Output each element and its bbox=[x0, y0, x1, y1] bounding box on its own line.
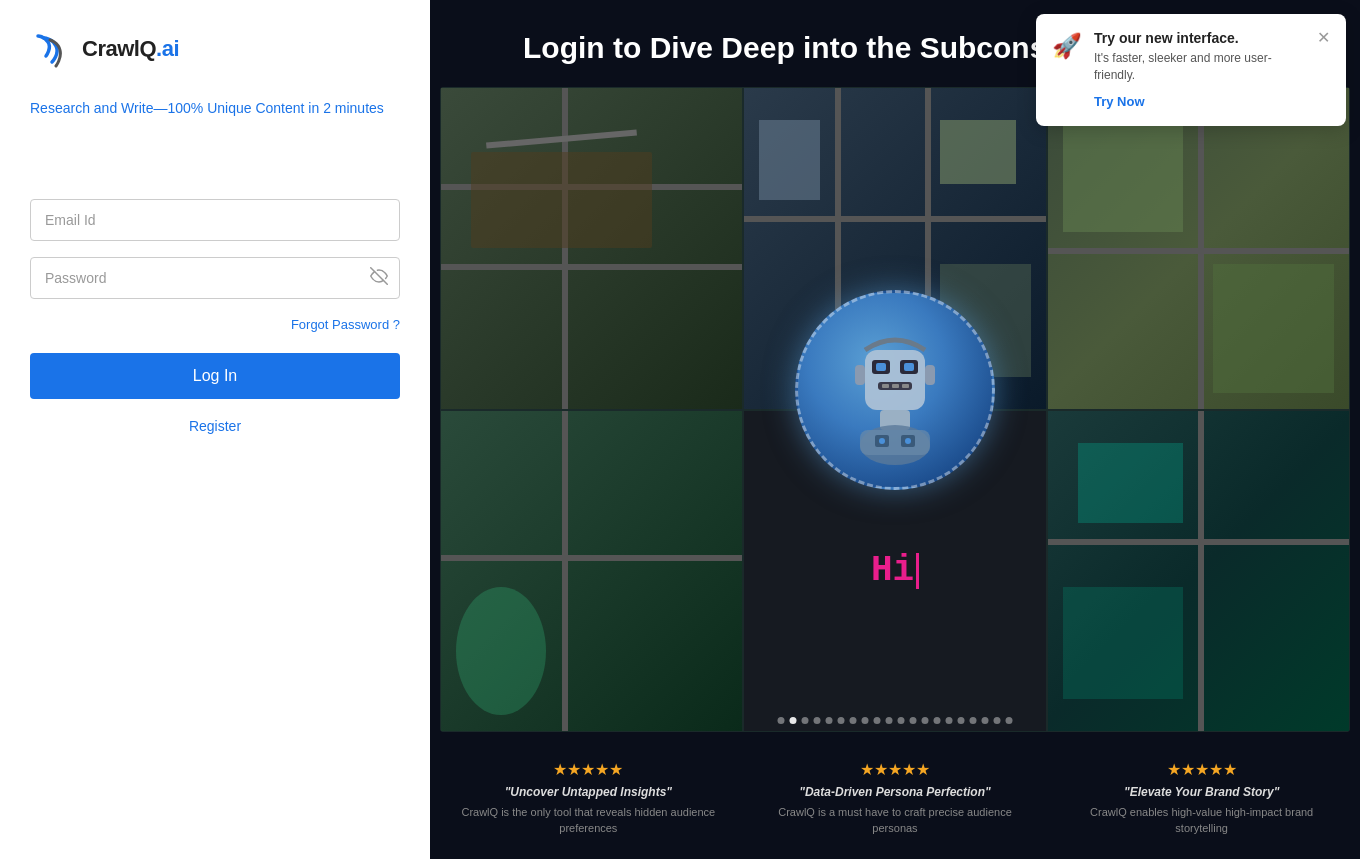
city-tile-3 bbox=[1047, 87, 1350, 410]
hi-text: Hi bbox=[871, 550, 914, 591]
dot-12[interactable] bbox=[910, 717, 917, 724]
dot-13[interactable] bbox=[922, 717, 929, 724]
robot-svg bbox=[830, 310, 960, 470]
dot-5[interactable] bbox=[826, 717, 833, 724]
dot-11[interactable] bbox=[898, 717, 905, 724]
register-link[interactable]: Register bbox=[189, 418, 241, 434]
svg-point-17 bbox=[879, 438, 885, 444]
cursor-blink bbox=[916, 553, 919, 589]
svg-rect-5 bbox=[904, 363, 914, 371]
notification-content: Try our new interface. It's faster, slee… bbox=[1094, 30, 1305, 110]
review-stars-1: ★★★★★ bbox=[450, 760, 727, 779]
svg-rect-10 bbox=[855, 365, 865, 385]
road-h-5 bbox=[441, 555, 742, 561]
svg-rect-8 bbox=[892, 384, 899, 388]
tagline: Research and Write—100% Unique Content i… bbox=[30, 98, 400, 119]
city-tile-4 bbox=[440, 410, 743, 733]
login-button[interactable]: Log In bbox=[30, 353, 400, 399]
svg-rect-4 bbox=[876, 363, 886, 371]
review-stars-2: ★★★★★ bbox=[757, 760, 1034, 779]
svg-rect-1 bbox=[865, 350, 925, 410]
dot-16[interactable] bbox=[958, 717, 965, 724]
dot-17[interactable] bbox=[970, 717, 977, 724]
dot-19[interactable] bbox=[994, 717, 1001, 724]
svg-rect-7 bbox=[882, 384, 889, 388]
forgot-password-area: Forgot Password ? bbox=[30, 315, 400, 333]
svg-point-18 bbox=[905, 438, 911, 444]
road-h-2 bbox=[441, 264, 742, 270]
dot-9[interactable] bbox=[874, 717, 881, 724]
review-card-3: ★★★★★ "Elevate Your Brand Story" CrawlQ … bbox=[1053, 752, 1350, 844]
review-stars-3: ★★★★★ bbox=[1063, 760, 1340, 779]
city-tile-6 bbox=[1047, 410, 1350, 733]
notification-close-button[interactable]: ✕ bbox=[1317, 30, 1330, 46]
review-text-3: CrawlQ enables high-value high-impact br… bbox=[1063, 805, 1340, 836]
review-title-1: "Uncover Untapped Insights" bbox=[450, 785, 727, 799]
review-text-2: CrawlQ is a must have to craft precise a… bbox=[757, 805, 1034, 836]
brand-suffix: .ai bbox=[156, 36, 179, 61]
crawlq-logo-icon bbox=[30, 30, 68, 68]
road-v-5 bbox=[562, 411, 568, 732]
notification-icon: 🚀 bbox=[1052, 32, 1082, 60]
svg-rect-9 bbox=[902, 384, 909, 388]
dot-8[interactable] bbox=[862, 717, 869, 724]
dot-2[interactable] bbox=[790, 717, 797, 724]
city-background: Hi bbox=[440, 87, 1350, 732]
dot-10[interactable] bbox=[886, 717, 893, 724]
password-wrapper bbox=[30, 257, 400, 299]
notification-popup: 🚀 Try our new interface. It's faster, sl… bbox=[1036, 14, 1346, 126]
register-area: Register bbox=[30, 417, 400, 435]
review-card-1: ★★★★★ "Uncover Untapped Insights" CrawlQ… bbox=[440, 752, 737, 844]
dot-15[interactable] bbox=[946, 717, 953, 724]
city-tile-1 bbox=[440, 87, 743, 410]
dot-1[interactable] bbox=[778, 717, 785, 724]
dot-3[interactable] bbox=[802, 717, 809, 724]
logo-area: CrawlQ.ai bbox=[30, 30, 400, 68]
notification-description: It's faster, sleeker and more user-frien… bbox=[1094, 50, 1305, 84]
carousel-dots bbox=[778, 717, 1013, 724]
hero-image-area: Hi bbox=[440, 87, 1350, 732]
dot-4[interactable] bbox=[814, 717, 821, 724]
dot-7[interactable] bbox=[850, 717, 857, 724]
notification-title: Try our new interface. bbox=[1094, 30, 1305, 46]
dot-20[interactable] bbox=[1006, 717, 1013, 724]
review-text-1: CrawlQ is the only tool that reveals hid… bbox=[450, 805, 727, 836]
toggle-password-icon[interactable] bbox=[370, 267, 388, 289]
review-title-3: "Elevate Your Brand Story" bbox=[1063, 785, 1340, 799]
dot-14[interactable] bbox=[934, 717, 941, 724]
email-form-group bbox=[30, 199, 400, 241]
reviews-section: ★★★★★ "Uncover Untapped Insights" CrawlQ… bbox=[430, 732, 1360, 859]
logo-brand: CrawlQ.ai bbox=[82, 36, 179, 62]
password-input[interactable] bbox=[30, 257, 400, 299]
brand-name: CrawlQ bbox=[82, 36, 156, 61]
road-h-3 bbox=[744, 216, 1045, 222]
password-form-group bbox=[30, 257, 400, 299]
dot-6[interactable] bbox=[838, 717, 845, 724]
left-panel: CrawlQ.ai Research and Write—100% Unique… bbox=[0, 0, 430, 859]
robot-avatar-circle bbox=[795, 290, 995, 490]
email-input[interactable] bbox=[30, 199, 400, 241]
review-title-2: "Data-Driven Persona Perfection" bbox=[757, 785, 1034, 799]
road-v-6 bbox=[1198, 411, 1204, 732]
svg-rect-14 bbox=[860, 430, 930, 455]
right-panel: Login to Dive Deep into the Subconscious… bbox=[430, 0, 1360, 859]
dot-18[interactable] bbox=[982, 717, 989, 724]
review-card-2: ★★★★★ "Data-Driven Persona Perfection" C… bbox=[747, 752, 1044, 844]
svg-rect-11 bbox=[925, 365, 935, 385]
try-now-link[interactable]: Try Now bbox=[1094, 94, 1145, 109]
forgot-password-link[interactable]: Forgot Password ? bbox=[291, 317, 400, 332]
road-v-4 bbox=[1198, 88, 1204, 409]
